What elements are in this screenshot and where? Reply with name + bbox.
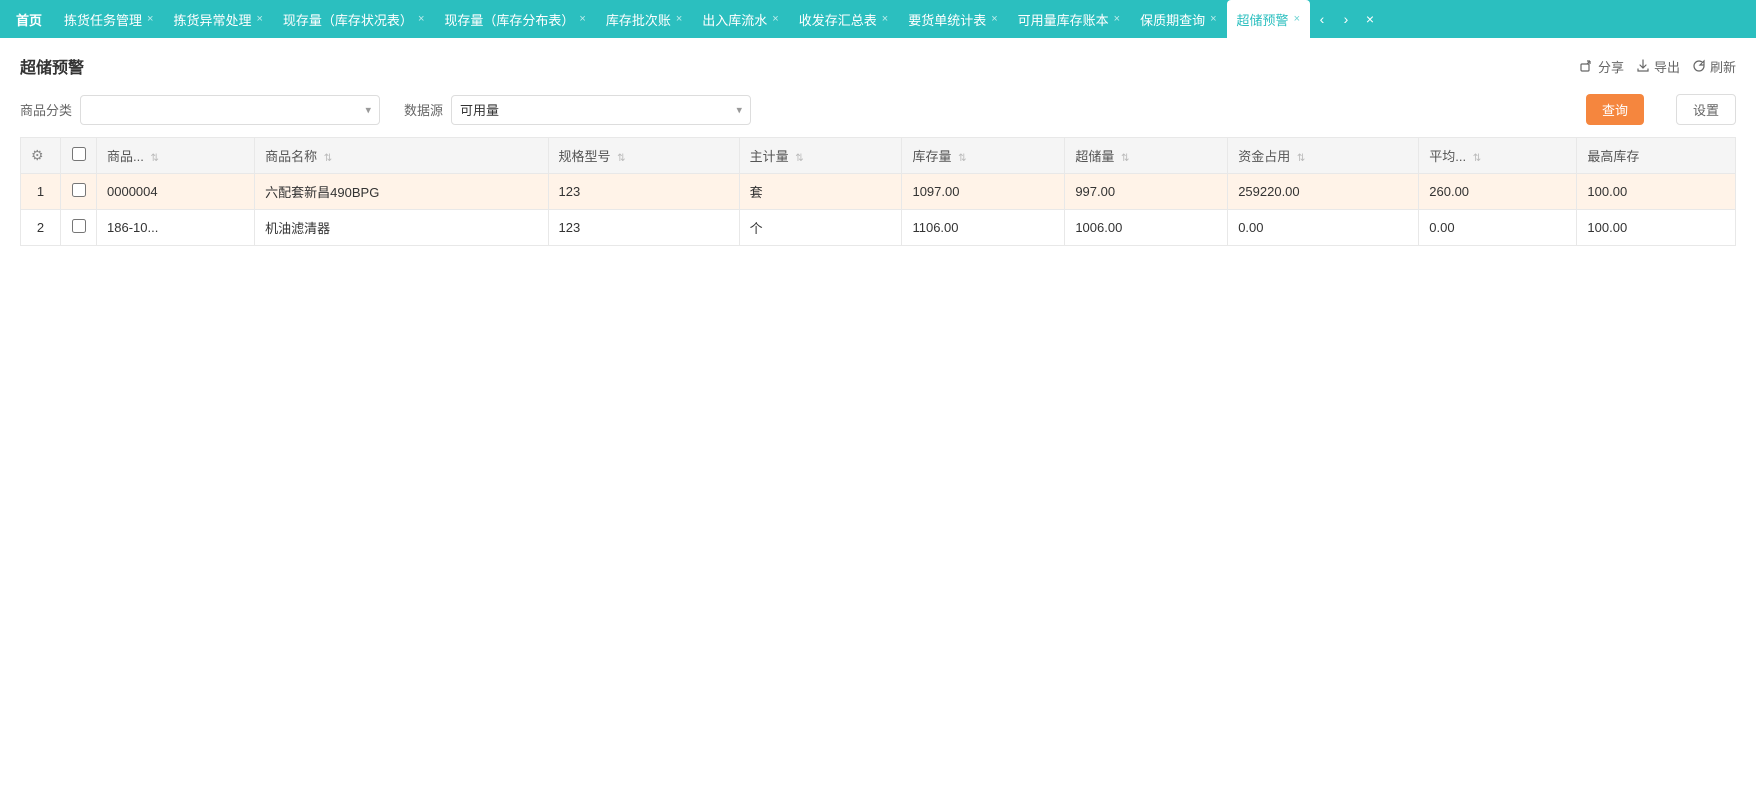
th-checkbox	[61, 138, 97, 174]
sort-icon[interactable]: ⇅	[617, 153, 625, 164]
th-name: 商品名称 ⇅	[255, 138, 548, 174]
datasource-filter-group: 数据源 可用量 ▾	[404, 95, 751, 125]
cell-avg: 260.00	[1419, 174, 1577, 210]
cell-avg: 0.00	[1419, 210, 1577, 246]
gear-icon[interactable]: ⚙	[31, 147, 44, 163]
refresh-icon	[1692, 59, 1706, 73]
sort-icon[interactable]: ⇅	[1473, 153, 1481, 164]
th-unit: 主计量 ⇅	[739, 138, 902, 174]
cell-code: 0000004	[97, 174, 255, 210]
nav-tab-1[interactable]: 拣货任务管理 ×	[54, 0, 163, 38]
nav-tab-6[interactable]: 出入库流水 ×	[692, 0, 788, 38]
nav-tab-9[interactable]: 可用量库存账本 ×	[1008, 0, 1130, 38]
nav-tab-4[interactable]: 现存量（库存分布表） ×	[434, 0, 595, 38]
cell-unit: 个	[739, 210, 902, 246]
sort-icon[interactable]: ⇅	[324, 153, 332, 164]
close-icon[interactable]: ×	[1114, 13, 1120, 25]
th-maxstock: 最高库存	[1577, 138, 1736, 174]
nav-scroll-right[interactable]: ›	[1334, 0, 1358, 38]
close-icon[interactable]: ×	[418, 13, 424, 25]
table-header: ⚙ 商品... ⇅ 商品名称 ⇅ 规格型号 ⇅ 主计量	[21, 138, 1736, 174]
nav-tab-3[interactable]: 现存量（库存状况表） ×	[273, 0, 434, 38]
close-icon[interactable]: ×	[579, 13, 585, 25]
category-filter-group: 商品分类 ▾	[20, 95, 380, 125]
cell-name: 六配套新昌490BPG	[255, 174, 548, 210]
refresh-button[interactable]: 刷新	[1692, 57, 1736, 76]
nav-tab-10[interactable]: 保质期查询 ×	[1130, 0, 1226, 38]
close-icon[interactable]: ×	[991, 13, 997, 25]
export-icon	[1636, 59, 1650, 73]
nav-tab-5[interactable]: 库存批次账 ×	[596, 0, 692, 38]
close-icon[interactable]: ×	[772, 13, 778, 25]
nav-tab-11[interactable]: 超储预警 ×	[1227, 0, 1310, 38]
row-checkbox[interactable]	[72, 183, 86, 197]
nav-tab-7[interactable]: 收发存汇总表 ×	[789, 0, 898, 38]
th-overstock: 超储量 ⇅	[1065, 138, 1228, 174]
table-row: 2 186-10... 机油滤清器 123 个 1106.00 1006.00 …	[21, 210, 1736, 246]
datasource-select[interactable]: 可用量 ▾	[451, 95, 751, 125]
th-capital: 资金占用 ⇅	[1228, 138, 1419, 174]
close-icon[interactable]: ×	[676, 13, 682, 25]
sort-icon[interactable]: ⇅	[795, 153, 803, 164]
header-actions: 分享 导出 刷新	[1580, 57, 1736, 76]
category-label: 商品分类	[20, 100, 72, 119]
share-button[interactable]: 分享	[1580, 57, 1624, 76]
cell-capital: 259220.00	[1228, 174, 1419, 210]
query-button[interactable]: 查询	[1586, 94, 1644, 125]
cell-stock: 1097.00	[902, 174, 1065, 210]
chevron-down-icon: ▾	[737, 103, 743, 116]
cell-maxstock: 100.00	[1577, 210, 1736, 246]
nav-close-all[interactable]: ×	[1358, 0, 1382, 38]
table-body: 1 0000004 六配套新昌490BPG 123 套 1097.00 997.…	[21, 174, 1736, 246]
table-row: 1 0000004 六配套新昌490BPG 123 套 1097.00 997.…	[21, 174, 1736, 210]
export-button[interactable]: 导出	[1636, 57, 1680, 76]
cell-name: 机油滤清器	[255, 210, 548, 246]
cell-stock: 1106.00	[902, 210, 1065, 246]
cell-spec: 123	[548, 174, 739, 210]
row-checkbox-cell	[61, 210, 97, 246]
close-icon[interactable]: ×	[1294, 13, 1300, 25]
row-index: 2	[21, 210, 61, 246]
row-checkbox[interactable]	[72, 219, 86, 233]
nav-home[interactable]: 首页	[4, 0, 54, 38]
filter-row: 商品分类 ▾ 数据源 可用量 ▾ 查询 设置	[20, 94, 1736, 125]
chevron-down-icon: ▾	[365, 103, 371, 116]
cell-capital: 0.00	[1228, 210, 1419, 246]
nav-tab-8[interactable]: 要货单统计表 ×	[898, 0, 1007, 38]
sort-icon[interactable]: ⇅	[958, 153, 966, 164]
nav-tab-2[interactable]: 拣货异常处理 ×	[163, 0, 272, 38]
top-navigation: 首页 拣货任务管理 × 拣货异常处理 × 现存量（库存状况表） × 现存量（库存…	[0, 0, 1756, 38]
cell-overstock: 997.00	[1065, 174, 1228, 210]
row-index: 1	[21, 174, 61, 210]
close-icon[interactable]: ×	[147, 13, 153, 25]
select-all-checkbox[interactable]	[72, 147, 86, 161]
data-table: ⚙ 商品... ⇅ 商品名称 ⇅ 规格型号 ⇅ 主计量	[20, 137, 1736, 246]
cell-spec: 123	[548, 210, 739, 246]
close-icon[interactable]: ×	[882, 13, 888, 25]
th-stock: 库存量 ⇅	[902, 138, 1065, 174]
cell-code: 186-10...	[97, 210, 255, 246]
row-checkbox-cell	[61, 174, 97, 210]
sort-icon[interactable]: ⇅	[150, 153, 158, 164]
category-select[interactable]: ▾	[80, 95, 380, 125]
sort-icon[interactable]: ⇅	[1297, 153, 1305, 164]
nav-scroll-left[interactable]: ‹	[1310, 0, 1334, 38]
sort-icon[interactable]: ⇅	[1121, 153, 1129, 164]
close-icon[interactable]: ×	[1210, 13, 1216, 25]
th-avg: 平均... ⇅	[1419, 138, 1577, 174]
page-title: 超储预警	[20, 54, 84, 78]
settings-button[interactable]: 设置	[1676, 94, 1736, 125]
cell-unit: 套	[739, 174, 902, 210]
th-settings: ⚙	[21, 138, 61, 174]
datasource-label: 数据源	[404, 100, 443, 119]
th-code: 商品... ⇅	[97, 138, 255, 174]
close-icon[interactable]: ×	[256, 13, 262, 25]
cell-maxstock: 100.00	[1577, 174, 1736, 210]
th-spec: 规格型号 ⇅	[548, 138, 739, 174]
page-content: 超储预警 分享 导出 刷新	[0, 38, 1756, 800]
share-icon	[1580, 59, 1594, 73]
cell-overstock: 1006.00	[1065, 210, 1228, 246]
page-header: 超储预警 分享 导出 刷新	[20, 54, 1736, 78]
